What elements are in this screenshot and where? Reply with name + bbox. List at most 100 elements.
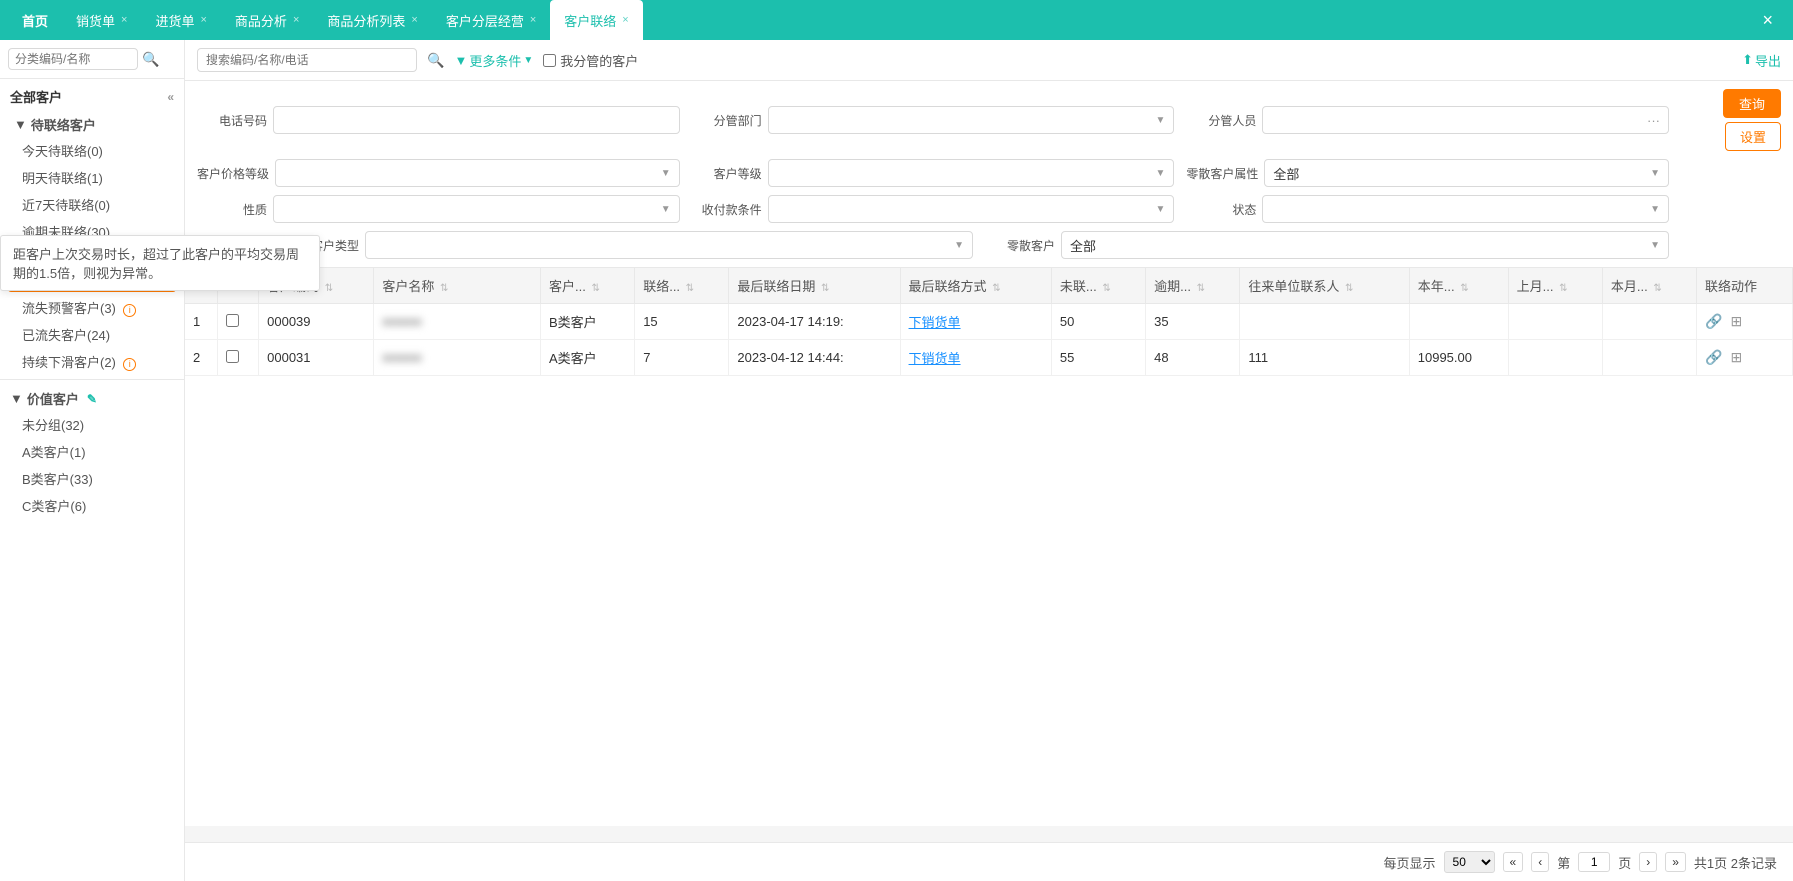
filter-cell-nature: 性质 ▼: [197, 195, 680, 223]
nature-select[interactable]: ▼: [273, 195, 680, 223]
person-select[interactable]: ···: [1262, 106, 1669, 134]
tab-purchase-close[interactable]: ×: [200, 14, 206, 26]
page-number-input[interactable]: [1578, 852, 1610, 872]
customer-type-select[interactable]: ▼: [365, 231, 973, 259]
scatter-attr-select[interactable]: 全部 ▼: [1264, 159, 1669, 187]
th-last-contact-method[interactable]: 最后联络方式 ⇅: [900, 268, 1051, 304]
tab-home[interactable]: 首页: [8, 0, 62, 40]
all-customers-label: 全部客户: [10, 87, 62, 106]
pagination-bar: 每页显示 50 10 20 100 « ‹ 第 页 › » 共1页 2条记录: [185, 842, 1793, 881]
dept-select[interactable]: ▼: [768, 106, 1175, 134]
overdue-sort-icon: ⇅: [1197, 283, 1205, 294]
top-navigation: 首页 销货单 × 进货单 × 商品分析 × 商品分析列表 × 客户分层经营 × …: [0, 0, 1793, 40]
horizontal-scrollbar[interactable]: [185, 826, 1793, 842]
price-level-select[interactable]: ▼: [275, 159, 680, 187]
tab-product-analysis-list[interactable]: 商品分析列表 ×: [313, 0, 431, 40]
row1-checkbox[interactable]: [226, 314, 239, 327]
last-method-link-2[interactable]: 下销货单: [909, 351, 961, 366]
nature-arrow: ▼: [661, 204, 671, 215]
tab-product-analysis[interactable]: 商品分析 ×: [221, 0, 313, 40]
th-unit-contact[interactable]: 往来单位联系人 ⇅: [1240, 268, 1409, 304]
last-page-button[interactable]: »: [1665, 852, 1686, 872]
sidebar-item-class-c[interactable]: C类客户(6): [0, 492, 184, 519]
td-name-1[interactable]: ■■■■■: [374, 304, 541, 340]
close-all-button[interactable]: ×: [1750, 10, 1785, 31]
td-name-2[interactable]: ■■■■■: [374, 340, 541, 376]
tab-customer-contact[interactable]: 客户联络 ×: [550, 0, 642, 40]
row2-checkbox[interactable]: [226, 350, 239, 363]
search-input[interactable]: [197, 48, 417, 72]
sidebar-item-lost-potential[interactable]: 流失预警客户(3) i: [0, 294, 184, 321]
sidebar-search-icon[interactable]: 🔍: [142, 51, 159, 68]
action-grid-icon-1[interactable]: ⊞: [1730, 313, 1742, 330]
th-type[interactable]: 客户... ⇅: [541, 268, 635, 304]
table-wrapper: ⚙ 客户编码 ⇅ 客户名称 ⇅: [185, 268, 1793, 826]
prev-page-button[interactable]: ‹: [1531, 852, 1549, 872]
th-name[interactable]: 客户名称 ⇅: [374, 268, 541, 304]
td-last-method-1[interactable]: 下销货单: [900, 304, 1051, 340]
tab-product-analysis-close[interactable]: ×: [293, 14, 299, 26]
settings-button[interactable]: 设置: [1725, 122, 1781, 151]
filter-icon: ▼: [454, 53, 467, 68]
first-page-button[interactable]: «: [1503, 852, 1524, 872]
more-conditions-button[interactable]: ▼ 更多条件 ▼: [454, 51, 533, 70]
tab-customer-contact-close[interactable]: ×: [622, 14, 628, 26]
status-select[interactable]: ▼: [1262, 195, 1669, 223]
sidebar-item-class-a[interactable]: A类客户(1): [0, 438, 184, 465]
sidebar-item-class-b[interactable]: B类客户(33): [0, 465, 184, 492]
last-method-link-1[interactable]: 下销货单: [909, 315, 961, 330]
tab-customer-layered-close[interactable]: ×: [530, 14, 536, 26]
query-button[interactable]: 查询: [1723, 89, 1781, 118]
sidebar-item-7day-contact[interactable]: 近7天待联络(0): [0, 191, 184, 218]
sidebar-item-already-lost[interactable]: 已流失客户(24): [0, 321, 184, 348]
next-page-button[interactable]: ›: [1639, 852, 1657, 872]
value-edit-icon[interactable]: ✎: [87, 392, 97, 406]
td-last-method-2[interactable]: 下销货单: [900, 340, 1051, 376]
th-this-month[interactable]: 本月... ⇅: [1602, 268, 1696, 304]
action-icons-2: 🔗 ⊞: [1705, 349, 1784, 366]
7day-contact-label: 近7天待联络(0): [22, 198, 110, 213]
code-sort-icon: ⇅: [325, 283, 333, 294]
tab-home-label: 首页: [22, 11, 48, 30]
sidebar-search-input[interactable]: [8, 48, 138, 70]
sidebar-item-tomorrow-contact[interactable]: 明天待联络(1): [0, 164, 184, 191]
waiting-contact-label: 待联络客户: [31, 115, 96, 134]
today-contact-label: 今天待联络(0): [22, 144, 103, 159]
scatter-customer-select[interactable]: 全部 ▼: [1061, 231, 1669, 259]
customer-name-1: ■■■■■: [382, 314, 421, 329]
sidebar-item-unsorted[interactable]: 未分组(32): [0, 411, 184, 438]
th-last-contact-date[interactable]: 最后联络日期 ⇅: [729, 268, 900, 304]
sidebar-item-today-contact[interactable]: 今天待联络(0): [0, 137, 184, 164]
phone-input[interactable]: [273, 106, 680, 134]
last-month-sort-icon: ⇅: [1559, 283, 1567, 294]
tab-sales-order[interactable]: 销货单 ×: [62, 0, 141, 40]
export-button[interactable]: ⬆ 导出: [1742, 51, 1781, 70]
th-this-year[interactable]: 本年... ⇅: [1409, 268, 1508, 304]
filter-cell-status: 状态 ▼: [1186, 195, 1669, 223]
filter-search-icon[interactable]: 🔍: [427, 52, 444, 69]
tab-product-list-close[interactable]: ×: [411, 14, 417, 26]
unsorted-label: 未分组(32): [22, 418, 84, 433]
tab-customer-layered[interactable]: 客户分层经营 ×: [432, 0, 550, 40]
th-no-contact[interactable]: 未联... ⇅: [1051, 268, 1145, 304]
scatter-attr-arrow: ▼: [1650, 168, 1660, 179]
customer-level-select[interactable]: ▼: [768, 159, 1175, 187]
th-contact[interactable]: 联络... ⇅: [635, 268, 729, 304]
scatter-attr-value: 全部: [1273, 164, 1299, 183]
sidebar-item-continuous-drop[interactable]: 持续下滑客户(2) i: [0, 348, 184, 375]
continuous-drop-info-icon: i: [123, 358, 136, 371]
th-last-month[interactable]: 上月... ⇅: [1508, 268, 1602, 304]
filter-row-3: 性质 ▼ 收付款条件 ▼ 状态: [197, 195, 1781, 223]
my-customers-checkbox[interactable]: [543, 54, 556, 67]
payment-select[interactable]: ▼: [768, 195, 1175, 223]
per-page-select[interactable]: 50 10 20 100: [1444, 851, 1495, 873]
th-overdue[interactable]: 逾期... ⇅: [1146, 268, 1240, 304]
content-area: 🔍 ▼ 更多条件 ▼ 我分管的客户 ⬆ 导出 电话号码: [185, 40, 1793, 881]
action-grid-icon-2[interactable]: ⊞: [1730, 349, 1742, 366]
tab-purchase-order[interactable]: 进货单 ×: [141, 0, 220, 40]
tab-sales-close[interactable]: ×: [121, 14, 127, 26]
sidebar-collapse-button[interactable]: «: [167, 90, 174, 104]
action-link-icon-1[interactable]: 🔗: [1705, 313, 1722, 330]
filter-row-1: 电话号码 分管部门 ▼ 分管人员 ···: [197, 89, 1781, 151]
action-link-icon-2[interactable]: 🔗: [1705, 349, 1722, 366]
